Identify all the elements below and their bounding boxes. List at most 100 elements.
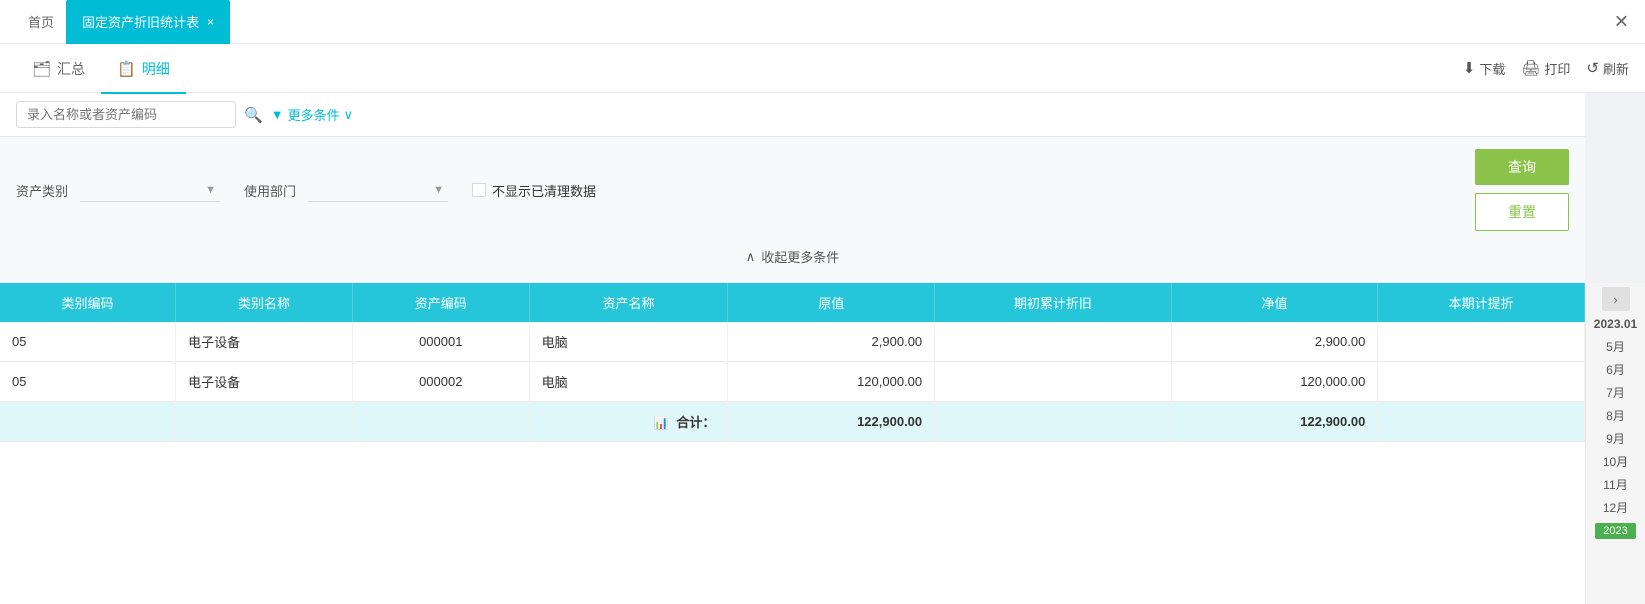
no-cleared-label: 不显示已清理数据 [492,181,596,200]
col-header-category-code: 类别编码 [0,283,176,322]
search-icon[interactable]: 🔍 [244,106,263,124]
search-bar: 🔍 ▼ 更多条件 ∨ [0,93,1585,137]
col-header-original-value: 原值 [728,283,935,322]
more-filter-button[interactable]: ▼ 更多条件 ∨ [271,105,353,124]
download-label: 下载 [1479,59,1505,78]
search-input[interactable] [16,101,236,128]
download-button[interactable]: ⬇ 下载 [1463,59,1506,78]
query-button[interactable]: 查询 [1475,149,1569,185]
table-wrapper: 类别编码 类别名称 资产编码 资产名称 原值 期初累计折旧 净值 本期计提折 0… [0,283,1585,604]
cell-current-depreciation [1378,362,1585,402]
cell-asset-name: 电脑 [529,362,728,402]
total-current-depreciation [1378,402,1585,442]
summary-icon: 🗂 [32,60,51,78]
active-tab[interactable]: 固定资产折旧统计表 × [66,0,230,44]
collapse-icon: ∧ [746,249,756,265]
toolbar: ⬇ 下载 🖨 打印 ↺ 刷新 [1447,44,1645,92]
asset-category-field: 资产类别 ▼ [16,178,220,202]
table-row: 05 电子设备 000002 电脑 120,000.00 120,000.00 [0,362,1585,402]
tab-detail-label: 明细 [142,59,170,79]
no-cleared-checkbox[interactable] [472,183,486,197]
tab-detail[interactable]: 📋 明细 [101,46,186,94]
cell-category-code: 05 [0,362,176,402]
reset-button[interactable]: 重置 [1475,193,1569,231]
print-icon: 🖨 [1521,59,1540,77]
cell-original-value: 120,000.00 [728,362,935,402]
table-row: 05 电子设备 000001 电脑 2,900.00 2,900.00 [0,322,1585,362]
right-panel-year-badge: 2023 [1595,523,1635,539]
data-table: 类别编码 类别名称 资产编码 资产名称 原值 期初累计折旧 净值 本期计提折 0… [0,283,1585,442]
cell-category-name: 电子设备 [176,362,353,402]
col-header-initial-depreciation: 期初累计折旧 [935,283,1171,322]
right-panel-month-6[interactable]: 6月 [1586,358,1645,381]
total-net-value: 122,900.00 [1171,402,1378,442]
cell-initial-depreciation [935,362,1171,402]
refresh-icon: ↺ [1586,59,1599,77]
active-tab-label: 固定资产折旧统计表 [82,12,199,31]
right-panel-year-label: 2023.01 [1594,317,1637,331]
cell-category-name: 电子设备 [176,322,353,362]
cell-initial-depreciation [935,322,1171,362]
col-header-asset-name: 资产名称 [529,283,728,322]
collapse-button[interactable]: ∧ 收起更多条件 [746,243,840,270]
cell-net-value: 120,000.00 [1171,362,1378,402]
more-filter-label: 更多条件 [288,105,340,124]
main-container: 🗂 汇总 📋 明细 ⬇ 下载 🖨 打印 ↺ 刷新 🔍 [0,44,1645,604]
right-panel-month-10[interactable]: 10月 [1586,450,1645,473]
table-header-row: 类别编码 类别名称 资产编码 资产名称 原值 期初累计折旧 净值 本期计提折 [0,283,1585,322]
window-close-button[interactable]: ✕ [1614,11,1629,32]
cell-current-depreciation [1378,322,1585,362]
right-panel-month-12[interactable]: 12月 [1586,496,1645,519]
no-cleared-checkbox-field[interactable]: 不显示已清理数据 [472,181,596,200]
filter-area: 资产类别 ▼ 使用部门 ▼ [0,137,1585,283]
department-field: 使用部门 ▼ [244,178,448,202]
cell-asset-code: 000002 [352,362,529,402]
home-tab[interactable]: 首页 [16,12,66,31]
col-header-category-name: 类别名称 [176,283,353,322]
department-select-wrapper: ▼ [308,178,448,202]
total-initial-depreciation [935,402,1171,442]
collapse-label: 收起更多条件 [761,247,839,266]
sub-tab-toolbar-row: 🗂 汇总 📋 明细 ⬇ 下载 🖨 打印 ↺ 刷新 [0,44,1645,93]
filter-row-1: 资产类别 ▼ 使用部门 ▼ [16,149,1569,231]
asset-category-select[interactable] [80,178,220,202]
right-panel-month-7[interactable]: 7月 [1586,381,1645,404]
right-panel: › 2023.01 5月 6月 7月 8月 9月 10月 11月 12月 202… [1585,283,1645,604]
department-select[interactable] [308,178,448,202]
cell-asset-name: 电脑 [529,322,728,362]
top-nav: 首页 固定资产折旧统计表 × ✕ [0,0,1645,44]
right-panel-month-11[interactable]: 11月 [1586,473,1645,496]
filter-icon: ▼ [271,107,284,122]
col-header-net-value: 净值 [1171,283,1378,322]
detail-icon: 📋 [117,60,136,78]
collapse-row: ∧ 收起更多条件 [16,243,1569,270]
right-panel-month-8[interactable]: 8月 [1586,404,1645,427]
tab-summary[interactable]: 🗂 汇总 [16,46,101,94]
right-panel-month-5[interactable]: 5月 [1586,335,1645,358]
filter-actions: 查询 重置 [1475,149,1569,231]
cell-original-value: 2,900.00 [728,322,935,362]
right-panel-arrow-button[interactable]: › [1602,287,1630,311]
asset-category-select-wrapper: ▼ [80,178,220,202]
table-and-panel: 类别编码 类别名称 资产编码 资产名称 原值 期初累计折旧 净值 本期计提折 0… [0,283,1645,604]
total-label: 合计： [676,415,715,430]
download-icon: ⬇ [1463,59,1476,77]
print-label: 打印 [1544,59,1570,78]
col-header-asset-code: 资产编码 [352,283,529,322]
refresh-label: 刷新 [1603,59,1629,78]
department-label: 使用部门 [244,181,300,200]
cell-category-code: 05 [0,322,176,362]
chevron-down-icon: ∨ [344,107,354,123]
asset-category-label: 资产类别 [16,181,72,200]
refresh-button[interactable]: ↺ 刷新 [1586,59,1629,78]
right-panel-month-9[interactable]: 9月 [1586,427,1645,450]
tab-close-button[interactable]: × [207,15,214,29]
total-original-value: 122,900.00 [728,402,935,442]
sub-tabs: 🗂 汇总 📋 明细 [0,44,1447,92]
print-button[interactable]: 🖨 打印 [1521,59,1570,78]
col-header-current-depreciation: 本期计提折 [1378,283,1585,322]
total-icon: 📊 [654,416,669,430]
total-row: 📊 合计： 122,900.00 122,900.00 [0,402,1585,442]
cell-net-value: 2,900.00 [1171,322,1378,362]
tab-summary-label: 汇总 [57,59,85,79]
